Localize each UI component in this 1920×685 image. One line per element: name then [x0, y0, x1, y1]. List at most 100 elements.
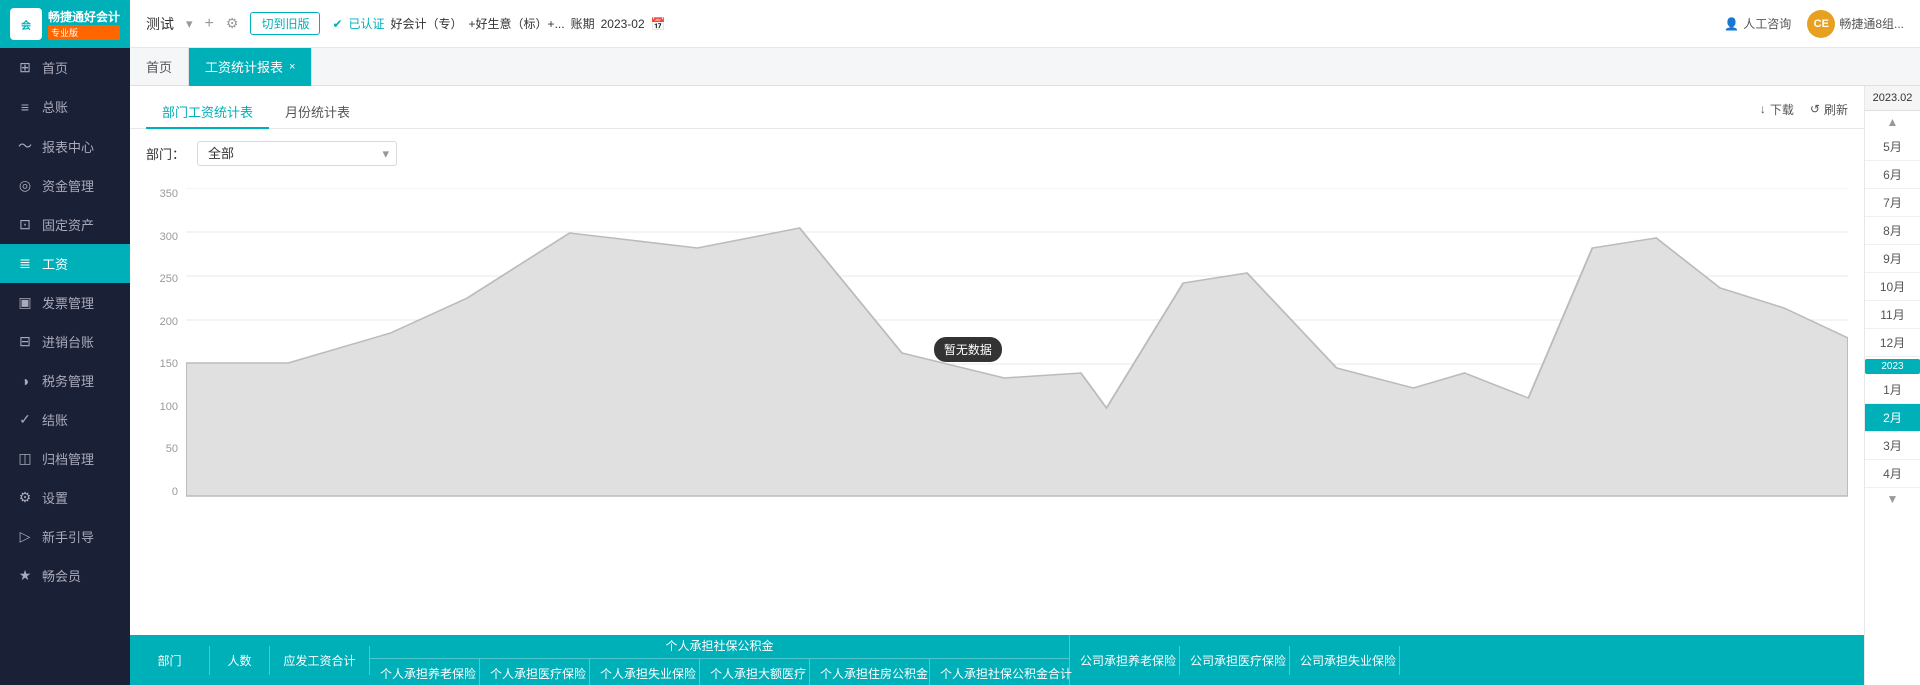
dept-select-wrapper: 全部 财务部 人事部 技术部 销售部 — [197, 141, 397, 166]
subtab-dept-label: 部门工资统计表 — [162, 105, 253, 120]
sidebar-label-guide: 新手引导 — [42, 527, 94, 546]
panel-month-9-label: 9月 — [1883, 252, 1902, 266]
panel-month-5-label: 5月 — [1883, 140, 1902, 154]
col-group-personal: 个人承担社保公积金 个人承担养老保险 个人承担医疗保险 个人承担失业保险 — [370, 635, 1070, 685]
y-label-50: 50 — [166, 443, 178, 455]
col-personal-housing: 个人承担住房公积金 — [810, 659, 930, 685]
download-icon: ↓ — [1760, 102, 1766, 116]
main-area: 测试 ▾ + ⚙ 切到旧版 ✔ 已认证 好会计（专） +好生意（标）+... 账… — [130, 0, 1920, 685]
group-label-personal: 个人承担社保公积金 — [665, 639, 773, 653]
col-personal-pension-label: 个人承担养老保险 — [380, 667, 476, 681]
sidebar-item-settle[interactable]: ✓ 结账 — [0, 400, 130, 439]
panel-month-2[interactable]: 2月 — [1865, 404, 1920, 432]
panel-month-12[interactable]: 12月 — [1865, 329, 1920, 357]
help-button[interactable]: 👤 人工咨询 — [1724, 15, 1791, 32]
tabbar: 首页 工资统计报表 × — [130, 48, 1920, 86]
tab-salary-label: 工资统计报表 — [205, 57, 283, 76]
panel-month-6[interactable]: 6月 — [1865, 161, 1920, 189]
col-dept: 部门 — [130, 646, 210, 675]
sidebar-item-invoice[interactable]: ▣ 发票管理 — [0, 283, 130, 322]
col-total-salary: 应发工资合计 — [270, 646, 370, 675]
status-biz: +好生意（标）+... — [469, 15, 565, 32]
download-button[interactable]: ↓ 下载 — [1760, 101, 1794, 118]
logo-char: 会 — [21, 17, 31, 32]
status-certified: 已认证 — [349, 15, 385, 32]
switch-view-button[interactable]: 切到旧版 — [250, 12, 320, 35]
topbar-title: 测试 — [146, 14, 174, 34]
download-label: 下载 — [1770, 101, 1794, 118]
dept-select[interactable]: 全部 财务部 人事部 技术部 销售部 — [197, 141, 397, 166]
salary-icon: ≣ — [16, 255, 34, 272]
panel-month-8[interactable]: 8月 — [1865, 217, 1920, 245]
panel-month-1[interactable]: 1月 — [1865, 376, 1920, 404]
sidebar-item-salary[interactable]: ≣ 工资 — [0, 244, 130, 283]
col-company-unemployment-label: 公司承担失业保险 — [1300, 654, 1396, 668]
sidebar-label-ledger: 总账 — [42, 97, 68, 116]
panel-nav-down[interactable]: ▼ — [1865, 488, 1920, 510]
panel-year-current: 2023.02 — [1873, 92, 1913, 104]
refresh-button[interactable]: ↺ 刷新 — [1810, 101, 1848, 118]
archive-icon: ◫ — [16, 450, 34, 467]
y-label-200: 200 — [160, 316, 178, 328]
panel-month-5[interactable]: 5月 — [1865, 133, 1920, 161]
subtab-month-label: 月份统计表 — [285, 105, 350, 120]
chart-area-path — [186, 228, 1848, 496]
sidebar-item-assets[interactable]: ⊡ 固定资产 — [0, 205, 130, 244]
sidebar-item-home[interactable]: ⊞ 首页 — [0, 48, 130, 87]
chart-area: 350 300 250 200 150 100 50 0 — [130, 178, 1864, 635]
sidebar-item-funds[interactable]: ◎ 资金管理 — [0, 166, 130, 205]
sidebar-item-ledger[interactable]: ≡ 总账 — [0, 87, 130, 126]
sidebar-label-sales: 进销台账 — [42, 332, 94, 351]
panel-month-9[interactable]: 9月 — [1865, 245, 1920, 273]
sidebar-label-tax: 税务管理 — [42, 371, 94, 390]
panel-month-12-label: 12月 — [1880, 336, 1905, 350]
panel-month-4[interactable]: 4月 — [1865, 460, 1920, 488]
col-company-medical: 公司承担医疗保险 — [1180, 646, 1290, 675]
logo-subtitle: 专业版 — [48, 25, 120, 40]
topbar-gear-icon[interactable]: ⚙ — [226, 15, 239, 32]
y-axis: 350 300 250 200 150 100 50 0 — [146, 188, 186, 498]
sidebar-label-funds: 资金管理 — [42, 176, 94, 195]
group-cols-personal: 个人承担养老保险 个人承担医疗保险 个人承担失业保险 个人承担大额医疗 — [370, 659, 1070, 685]
panel-month-1-label: 1月 — [1883, 383, 1902, 397]
sidebar-item-member[interactable]: ★ 畅会员 — [0, 556, 130, 595]
sidebar-label-salary: 工资 — [42, 254, 68, 273]
panel-month-10[interactable]: 10月 — [1865, 273, 1920, 301]
panel-month-3[interactable]: 3月 — [1865, 432, 1920, 460]
topbar-add-icon[interactable]: + — [205, 15, 214, 33]
user-area[interactable]: CE 畅捷通8组... — [1807, 10, 1904, 38]
sidebar-item-tax[interactable]: ◑ 税务管理 — [0, 361, 130, 400]
col-dept-label: 部门 — [157, 654, 181, 668]
member-icon: ★ — [16, 567, 34, 584]
subtab-dept[interactable]: 部门工资统计表 — [146, 96, 269, 129]
panel-month-7[interactable]: 7月 — [1865, 189, 1920, 217]
settings-icon: ⚙ — [16, 489, 34, 506]
sidebar-item-settings[interactable]: ⚙ 设置 — [0, 478, 130, 517]
panel-month-11[interactable]: 11月 — [1865, 301, 1920, 329]
sidebar-label-archive: 归档管理 — [42, 449, 94, 468]
sidebar-item-guide[interactable]: ▷ 新手引导 — [0, 517, 130, 556]
tab-home[interactable]: 首页 — [130, 48, 189, 86]
col-personal-total-label: 个人承担社保公积金合计 — [940, 667, 1072, 681]
sidebar-item-reports[interactable]: 〜 报表中心 — [0, 126, 130, 166]
calendar-icon[interactable]: 📅 — [651, 17, 666, 31]
panel-year-badge: 2023 — [1865, 359, 1920, 374]
tab-close-icon[interactable]: × — [289, 61, 295, 73]
tab-home-label: 首页 — [146, 57, 172, 76]
panel-month-4-label: 4月 — [1883, 467, 1902, 481]
tab-salary-report[interactable]: 工资统计报表 × — [189, 48, 312, 86]
subtab-month[interactable]: 月份统计表 — [269, 96, 366, 129]
sales-icon: ⊟ — [16, 333, 34, 350]
panel-month-7-label: 7月 — [1883, 196, 1902, 210]
sidebar-item-archive[interactable]: ◫ 归档管理 — [0, 439, 130, 478]
col-personal-pension: 个人承担养老保险 — [370, 659, 480, 685]
sidebar-item-sales[interactable]: ⊟ 进销台账 — [0, 322, 130, 361]
col-personal-total: 个人承担社保公积金合计 — [930, 659, 1070, 685]
reports-icon: 〜 — [16, 136, 34, 156]
panel-nav-up[interactable]: ▲ — [1865, 111, 1920, 133]
col-company-pension: 公司承担养老保险 — [1070, 646, 1180, 675]
col-personal-unemployment-label: 个人承担失业保险 — [600, 667, 696, 681]
y-label-250: 250 — [160, 273, 178, 285]
y-label-0: 0 — [172, 486, 178, 498]
topbar-dropdown-arrow[interactable]: ▾ — [186, 16, 193, 32]
